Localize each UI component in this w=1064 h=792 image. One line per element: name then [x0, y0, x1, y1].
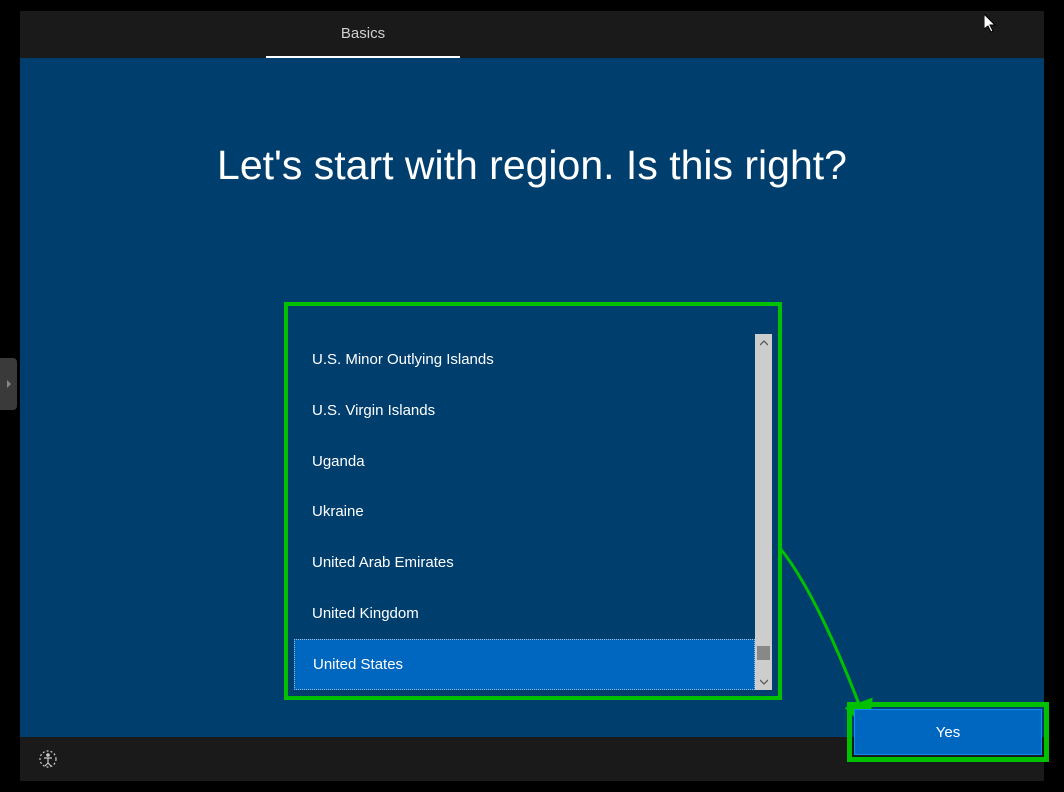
region-item[interactable]: U.S. Minor Outlying Islands [294, 334, 755, 385]
ease-of-access-icon[interactable] [38, 749, 58, 769]
side-handle[interactable] [0, 358, 17, 410]
region-item[interactable]: United Kingdom [294, 588, 755, 639]
region-item[interactable]: Uganda [294, 436, 755, 487]
region-item[interactable]: United States [294, 639, 755, 690]
page-title: Let's start with region. Is this right? [20, 142, 1044, 189]
region-item[interactable]: Ukraine [294, 487, 755, 538]
setup-window: Basics Let's start with region. Is this … [20, 11, 1044, 781]
region-list-highlight: U.S. Minor Outlying IslandsU.S. Virgin I… [284, 302, 782, 700]
scroll-thumb[interactable] [757, 646, 770, 660]
region-item[interactable]: U.S. Virgin Islands [294, 385, 755, 436]
scrollbar[interactable] [755, 334, 772, 690]
scroll-down-icon[interactable] [755, 673, 772, 690]
region-list[interactable]: U.S. Minor Outlying IslandsU.S. Virgin I… [294, 334, 755, 690]
tab-bar: Basics [20, 11, 1044, 58]
yes-button[interactable]: Yes [854, 709, 1042, 755]
scroll-up-icon[interactable] [755, 334, 772, 351]
region-item[interactable]: United Arab Emirates [294, 537, 755, 588]
yes-button-highlight: Yes [847, 702, 1049, 762]
stage: Let's start with region. Is this right? … [20, 58, 1044, 737]
tab-basics[interactable]: Basics [266, 11, 460, 58]
